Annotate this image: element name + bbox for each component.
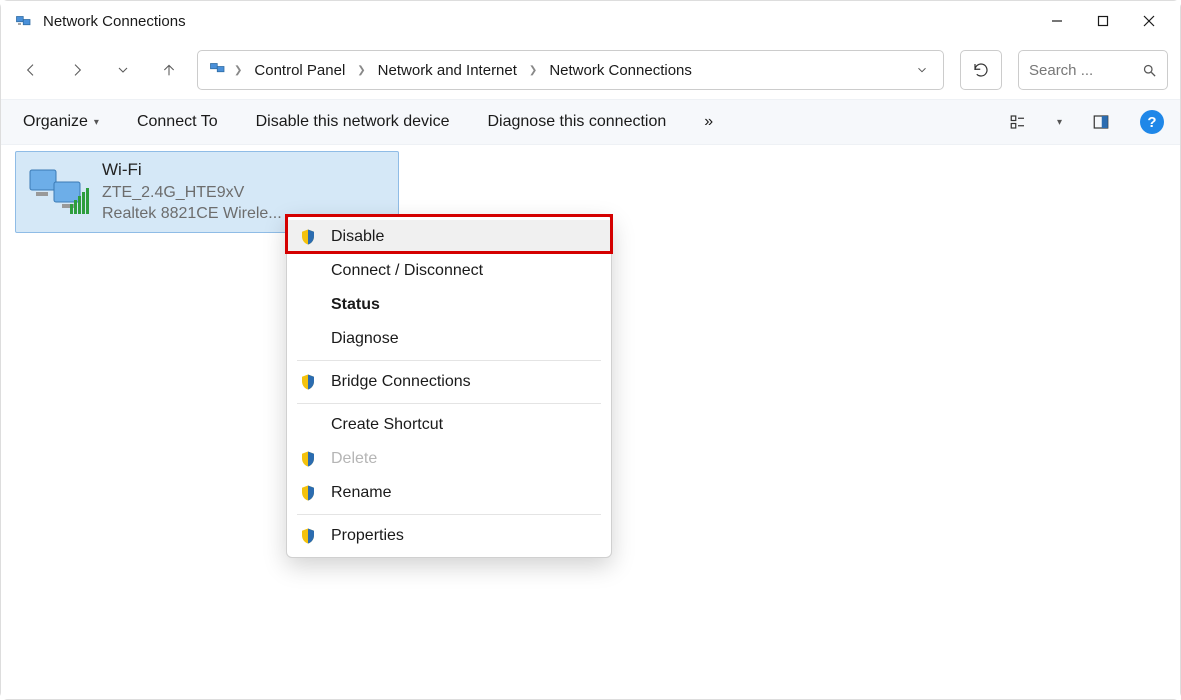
context-menu: Disable Connect / Disconnect Status Diag… bbox=[286, 215, 612, 558]
blank-icon bbox=[299, 262, 317, 280]
ctx-label: Disable bbox=[331, 228, 384, 246]
overflow-label: » bbox=[704, 113, 713, 131]
refresh-button[interactable] bbox=[960, 50, 1002, 90]
ctx-properties[interactable]: Properties bbox=[287, 519, 611, 553]
forward-button[interactable] bbox=[59, 52, 95, 88]
command-bar: Organize ▾ Connect To Disable this netwo… bbox=[1, 99, 1180, 145]
ctx-label: Create Shortcut bbox=[331, 416, 443, 434]
separator bbox=[297, 360, 601, 361]
ctx-rename[interactable]: Rename bbox=[287, 476, 611, 510]
shield-icon bbox=[299, 228, 317, 246]
address-bar[interactable]: ❯ Control Panel ❯ Network and Internet ❯… bbox=[197, 50, 944, 90]
navigation-row: ❯ Control Panel ❯ Network and Internet ❯… bbox=[1, 41, 1180, 99]
ctx-create-shortcut[interactable]: Create Shortcut bbox=[287, 408, 611, 442]
network-adapter-icon bbox=[26, 164, 90, 220]
separator bbox=[297, 514, 601, 515]
connection-adapter: Realtek 8821CE Wirele... bbox=[102, 203, 282, 225]
diagnose-connection-button[interactable]: Diagnose this connection bbox=[481, 109, 672, 135]
overflow-button[interactable]: » bbox=[698, 109, 719, 135]
caret-down-icon[interactable]: ▾ bbox=[1057, 117, 1062, 128]
view-options-button[interactable] bbox=[1005, 109, 1031, 135]
connection-ssid: ZTE_2.4G_HTE9xV bbox=[102, 182, 282, 204]
blank-icon bbox=[299, 330, 317, 348]
ctx-label: Status bbox=[331, 296, 380, 314]
connect-to-button[interactable]: Connect To bbox=[131, 109, 224, 135]
ctx-label: Diagnose bbox=[331, 330, 399, 348]
window-title: Network Connections bbox=[43, 13, 186, 30]
shield-icon bbox=[299, 450, 317, 468]
window-controls bbox=[1034, 4, 1172, 38]
chevron-right-icon: ❯ bbox=[527, 65, 539, 76]
ctx-disable[interactable]: Disable bbox=[287, 220, 611, 254]
help-button[interactable]: ? bbox=[1140, 110, 1164, 134]
close-button[interactable] bbox=[1126, 4, 1172, 38]
recent-locations-button[interactable] bbox=[105, 52, 141, 88]
ctx-label: Delete bbox=[331, 450, 377, 468]
organize-label: Organize bbox=[23, 113, 88, 131]
breadcrumb-network-connections[interactable]: Network Connections bbox=[543, 58, 698, 83]
connection-text: Wi-Fi ZTE_2.4G_HTE9xV Realtek 8821CE Wir… bbox=[102, 159, 282, 225]
shield-icon bbox=[299, 373, 317, 391]
ctx-connect-disconnect[interactable]: Connect / Disconnect bbox=[287, 254, 611, 288]
ctx-label: Rename bbox=[331, 484, 391, 502]
ctx-label: Properties bbox=[331, 527, 404, 545]
chevron-right-icon: ❯ bbox=[355, 65, 367, 76]
blank-icon bbox=[299, 296, 317, 314]
ctx-label: Bridge Connections bbox=[331, 373, 471, 391]
maximize-button[interactable] bbox=[1080, 4, 1126, 38]
breadcrumb-control-panel[interactable]: Control Panel bbox=[248, 58, 351, 83]
titlebar: Network Connections bbox=[1, 1, 1180, 41]
ctx-delete: Delete bbox=[287, 442, 611, 476]
disable-device-label: Disable this network device bbox=[256, 113, 450, 131]
shield-icon bbox=[299, 484, 317, 502]
folder-icon bbox=[208, 59, 228, 81]
connect-to-label: Connect To bbox=[137, 113, 218, 131]
minimize-button[interactable] bbox=[1034, 4, 1080, 38]
up-button[interactable] bbox=[151, 52, 187, 88]
disable-device-button[interactable]: Disable this network device bbox=[250, 109, 456, 135]
organize-menu[interactable]: Organize ▾ bbox=[17, 109, 105, 135]
breadcrumb-network-internet[interactable]: Network and Internet bbox=[372, 58, 523, 83]
chevron-right-icon: ❯ bbox=[232, 65, 244, 76]
ctx-diagnose[interactable]: Diagnose bbox=[287, 322, 611, 356]
ctx-status[interactable]: Status bbox=[287, 288, 611, 322]
back-button[interactable] bbox=[13, 52, 49, 88]
address-dropdown-button[interactable] bbox=[907, 55, 937, 85]
search-input[interactable]: Search ... bbox=[1018, 50, 1168, 90]
search-placeholder: Search ... bbox=[1029, 62, 1142, 79]
diagnose-label: Diagnose this connection bbox=[487, 113, 666, 131]
app-icon bbox=[15, 12, 33, 30]
separator bbox=[297, 403, 601, 404]
blank-icon bbox=[299, 416, 317, 434]
connection-name: Wi-Fi bbox=[102, 159, 282, 182]
caret-down-icon: ▾ bbox=[94, 117, 99, 128]
search-icon bbox=[1142, 63, 1157, 78]
preview-pane-button[interactable] bbox=[1088, 109, 1114, 135]
shield-icon bbox=[299, 527, 317, 545]
ctx-bridge-connections[interactable]: Bridge Connections bbox=[287, 365, 611, 399]
ctx-label: Connect / Disconnect bbox=[331, 262, 483, 280]
